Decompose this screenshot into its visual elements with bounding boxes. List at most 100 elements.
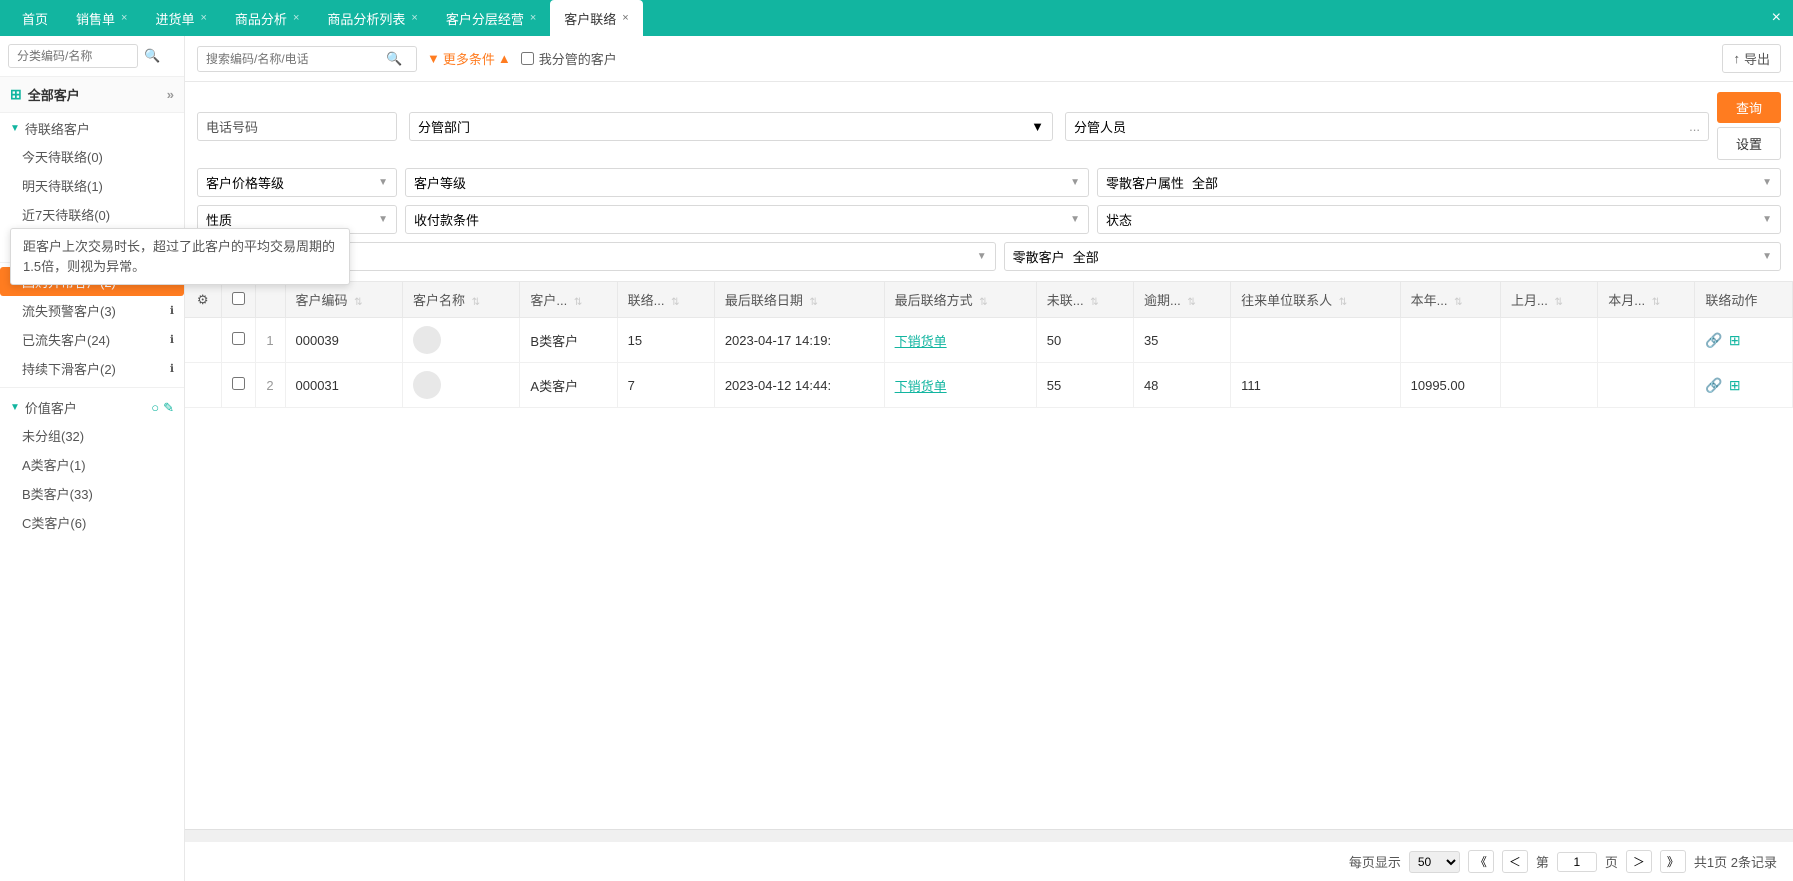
sidebar-collapse-icon[interactable]: » xyxy=(167,87,174,102)
last-page-button[interactable]: 》 xyxy=(1660,850,1686,873)
row1-settings xyxy=(185,318,221,363)
close-icon-customer-contact[interactable]: × xyxy=(622,12,628,24)
sidebar-item-declining[interactable]: 持续下滑客户(2) ℹ xyxy=(0,354,184,383)
person-field[interactable]: 分管人员 ... xyxy=(1065,112,1709,141)
sidebar-item-already-lost[interactable]: 已流失客户(24) ℹ xyxy=(0,325,184,354)
sort-icon-this-month[interactable]: ⇅ xyxy=(1652,297,1660,308)
nav-item-purchase[interactable]: 进货单 × xyxy=(141,0,220,36)
row2-grid-icon[interactable]: ⊞ xyxy=(1729,377,1741,394)
customer-level-field[interactable]: 客户等级 ▼ xyxy=(405,168,1089,197)
nav-item-product-list[interactable]: 商品分析列表 × xyxy=(313,0,431,36)
prev-page-button[interactable]: ＜ xyxy=(1502,850,1528,873)
row1-last-method[interactable]: 下销货单 xyxy=(884,318,1036,363)
row1-link-icon[interactable]: 🔗 xyxy=(1705,332,1722,349)
sort-icon-type[interactable]: ⇅ xyxy=(574,297,582,308)
sidebar-item-a[interactable]: A类客户(1) xyxy=(0,450,184,479)
page-number-input[interactable] xyxy=(1557,852,1597,872)
close-icon-product-list[interactable]: × xyxy=(411,12,417,24)
row1-avatar xyxy=(413,326,441,354)
row1-not-contact: 50 xyxy=(1036,318,1133,363)
sort-icon-this-year[interactable]: ⇅ xyxy=(1454,297,1462,308)
nav-item-home[interactable]: 首页 xyxy=(8,0,62,36)
sort-icon-code[interactable]: ⇅ xyxy=(354,297,362,308)
sidebar-item-lost-pre[interactable]: 流失预警客户(3) ℹ xyxy=(0,296,184,325)
retail-field[interactable]: 零散客户 全部 ▼ xyxy=(1004,242,1781,271)
nav-item-product-analysis[interactable]: 商品分析 × xyxy=(221,0,313,36)
sidebar-search-input[interactable] xyxy=(8,44,138,68)
sort-icon-contact[interactable]: ⇅ xyxy=(671,297,679,308)
sort-icon-last-date[interactable]: ⇅ xyxy=(809,297,817,308)
query-button[interactable]: 查询 xyxy=(1717,92,1781,123)
row2-select[interactable] xyxy=(232,377,245,390)
nav-label-sales: 销售单 xyxy=(76,9,115,28)
row1-grid-icon[interactable]: ⊞ xyxy=(1729,332,1741,349)
sidebar-item-today[interactable]: 今天待联络(0) xyxy=(0,142,184,171)
nav-item-sales[interactable]: 销售单 × xyxy=(62,0,141,36)
phone-field[interactable]: 电话号码 xyxy=(197,112,397,141)
top-navigation: 首页 销售单 × 进货单 × 商品分析 × 商品分析列表 × 客户分层经营 × … xyxy=(0,0,1793,36)
close-icon-product-analysis[interactable]: × xyxy=(293,12,299,24)
retail-value: 全部 xyxy=(1073,247,1762,266)
row2-checkbox[interactable] xyxy=(221,363,255,408)
sidebar-item-7days[interactable]: 近7天待联络(0) xyxy=(0,200,184,229)
select-all-checkbox[interactable] xyxy=(232,292,245,305)
content-area: 🔍 ▼ 更多条件 ▲ 我分管的客户 ↑ 导出 电话号码 xyxy=(185,36,1793,881)
row1-select[interactable] xyxy=(232,332,245,345)
sidebar-item-b[interactable]: B类客户(33) xyxy=(0,479,184,508)
row1-num: 1 xyxy=(255,318,285,363)
table-checkbox-col[interactable] xyxy=(221,282,255,318)
sort-icon-name[interactable]: ⇅ xyxy=(472,297,480,308)
payment-field[interactable]: 收付款条件 ▼ xyxy=(405,205,1089,234)
my-customers-checkbox[interactable] xyxy=(521,52,534,65)
retail-attr-field[interactable]: 零散客户属性 全部 ▼ xyxy=(1097,168,1781,197)
edit-icon-value-group[interactable]: ○ xyxy=(151,400,159,416)
sort-icon-last-method[interactable]: ⇅ xyxy=(979,297,987,308)
more-conditions-btn[interactable]: ▼ 更多条件 ▲ xyxy=(427,49,511,68)
sort-icon-last-month[interactable]: ⇅ xyxy=(1554,297,1562,308)
table-col-overdue: 逾期... ⇅ xyxy=(1133,282,1230,318)
close-icon-customer-tier[interactable]: × xyxy=(530,12,536,24)
table-settings-col[interactable]: ⚙ xyxy=(185,282,221,318)
row1-action: 🔗 ⊞ xyxy=(1695,318,1793,363)
nav-item-customer-contact[interactable]: 客户联络 × xyxy=(550,0,642,36)
price-level-field[interactable]: 客户价格等级 ▼ xyxy=(197,168,397,197)
sort-icon-not-contact[interactable]: ⇅ xyxy=(1090,297,1098,308)
retail-attr-caret: ▼ xyxy=(1762,177,1772,188)
sort-icon-unit-contact[interactable]: ⇅ xyxy=(1339,297,1347,308)
more-caret-icon: ▲ xyxy=(498,51,511,66)
window-close-icon[interactable]: × xyxy=(1772,9,1781,27)
reset-button[interactable]: 设置 xyxy=(1717,127,1781,160)
row2-last-method[interactable]: 下销货单 xyxy=(884,363,1036,408)
sidebar-item-tomorrow[interactable]: 明天待联络(1) xyxy=(0,171,184,200)
status-field[interactable]: 状态 ▼ xyxy=(1097,205,1781,234)
row1-checkbox[interactable] xyxy=(221,318,255,363)
export-icon: ↑ xyxy=(1733,51,1740,66)
row2-type: A类客户 xyxy=(520,363,617,408)
sidebar-item-c[interactable]: C类客户(6) xyxy=(0,508,184,537)
sort-icon-overdue[interactable]: ⇅ xyxy=(1187,297,1195,308)
horizontal-scrollbar[interactable] xyxy=(185,829,1793,841)
export-button[interactable]: ↑ 导出 xyxy=(1722,44,1781,73)
nav-item-customer-tier[interactable]: 客户分层经营 × xyxy=(432,0,550,36)
page-size-select[interactable]: 50 20 100 xyxy=(1409,851,1460,873)
row2-link-icon[interactable]: 🔗 xyxy=(1705,377,1722,394)
person-dots: ... xyxy=(1689,119,1700,134)
close-icon-sales[interactable]: × xyxy=(121,12,127,24)
next-page-button[interactable]: ＞ xyxy=(1626,850,1652,873)
sidebar-pending-group[interactable]: ▼ 待联络客户 xyxy=(0,113,184,142)
sidebar-item-ungroup[interactable]: 未分组(32) xyxy=(0,421,184,450)
search-input[interactable] xyxy=(206,52,386,66)
sidebar-value-group[interactable]: ▼ 价值客户 ○ ✎ xyxy=(0,392,184,421)
pagination-bar: 每页显示 50 20 100 《 ＜ 第 页 ＞ 》 共1页 2条记录 xyxy=(185,841,1793,881)
table-col-action: 联络动作 xyxy=(1695,282,1793,318)
row1-last-month xyxy=(1501,318,1598,363)
search-submit-icon[interactable]: 🔍 xyxy=(386,51,402,67)
sidebar-search-icon[interactable]: 🔍 xyxy=(144,48,160,64)
row2-last-month xyxy=(1501,363,1598,408)
first-page-button[interactable]: 《 xyxy=(1468,850,1494,873)
page-suffix: 页 xyxy=(1605,852,1618,871)
nav-label-purchase: 进货单 xyxy=(155,9,194,28)
dept-field[interactable]: 分管部门 ▼ xyxy=(409,112,1053,141)
config-icon-value-group[interactable]: ✎ xyxy=(163,400,174,416)
close-icon-purchase[interactable]: × xyxy=(200,12,206,24)
